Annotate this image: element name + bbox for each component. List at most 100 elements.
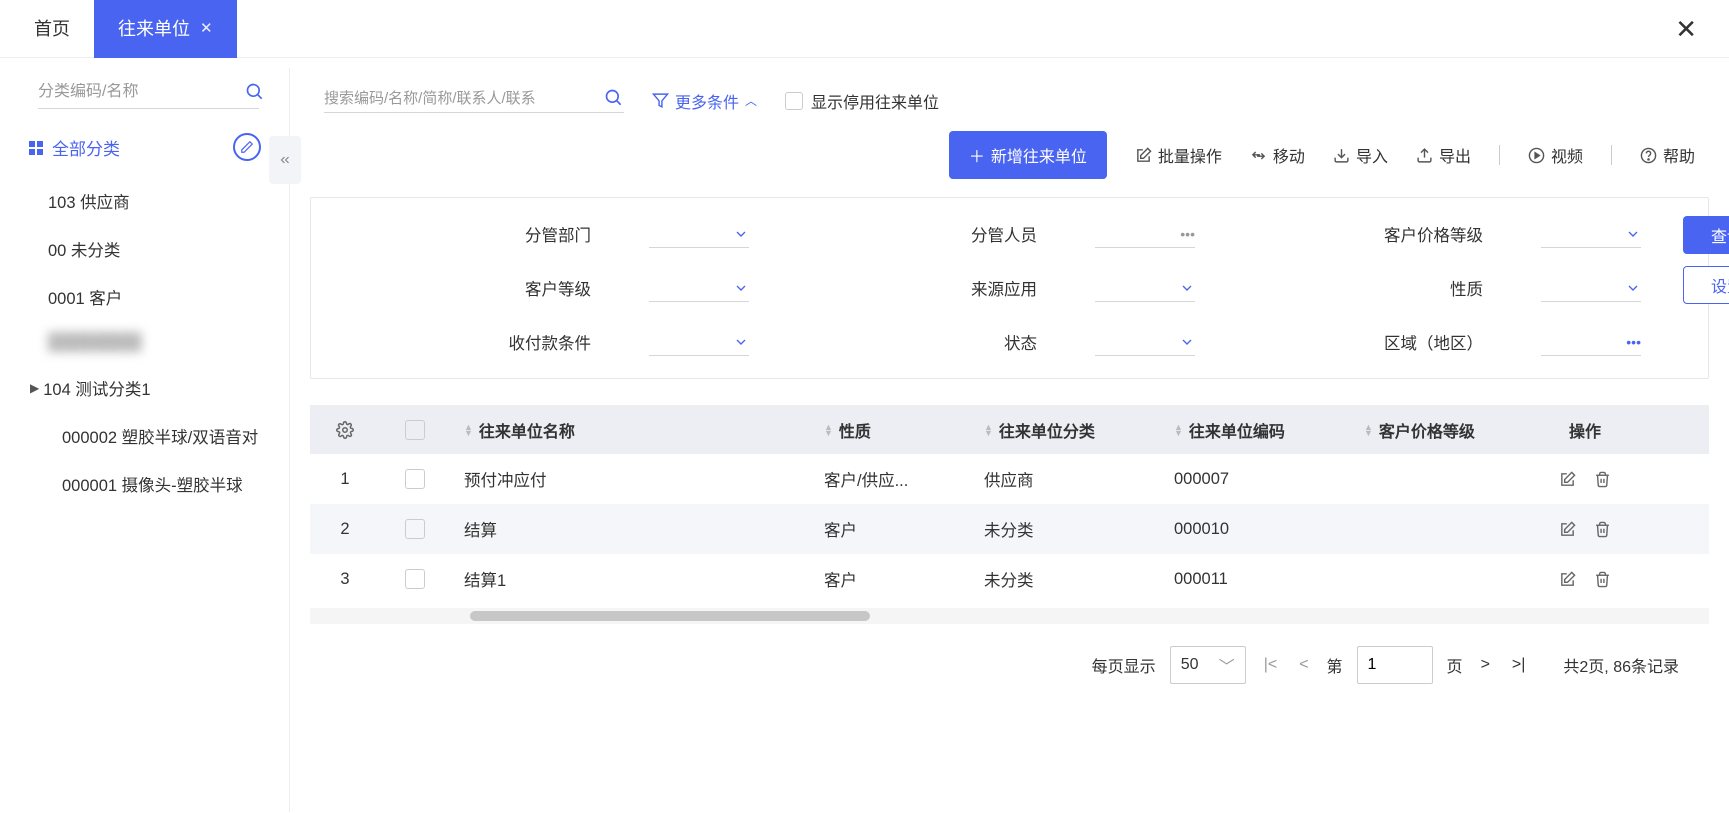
close-tab-icon[interactable]: ✕ (200, 0, 213, 58)
cell-nature: 客户 (810, 517, 970, 541)
page-input[interactable] (1357, 646, 1433, 684)
content: 更多条件 ︿ 显示停用往来单位 ＋ 新增往来单位 批量操作 移动 (290, 68, 1729, 812)
filter-nature-dropdown[interactable] (1541, 274, 1641, 302)
cell-name: 结算 (450, 517, 810, 541)
filter-payment-dropdown[interactable] (649, 328, 749, 356)
row-index: 3 (310, 570, 380, 589)
sort-icon: ▲▼ (824, 424, 833, 436)
table-header: ▲▼往来单位名称 ▲▼性质 ▲▼往来单位分类 ▲▼往来单位编码 ▲▼客户价格等级… (310, 406, 1709, 454)
query-button[interactable]: 查询 (1683, 216, 1729, 254)
pagination: 每页显示 50 ﹀ |< < 第 页 > >| 共2页, 86条记录 (310, 624, 1709, 684)
search-icon[interactable] (245, 82, 265, 102)
row-index: 2 (310, 520, 380, 539)
tree-item[interactable]: 0001 客户 (48, 273, 279, 321)
col-ops: 操作 (1520, 418, 1650, 442)
edit-icon[interactable] (1559, 570, 1576, 589)
grid-icon (28, 137, 44, 157)
table-row: 3 结算1 客户 未分类 000011 (310, 554, 1709, 604)
category-tree: 103 供应商 00 未分类 0001 客户 ████████ ▶ 104 测试… (10, 171, 279, 508)
search-icon[interactable] (604, 88, 624, 108)
all-categories[interactable]: 全部分类 (10, 123, 279, 171)
window-close-icon[interactable]: ✕ (1675, 14, 1697, 45)
filter-person-select[interactable]: ••• (1095, 220, 1195, 248)
checkbox[interactable] (785, 92, 803, 110)
move-button[interactable]: 移动 (1250, 143, 1305, 167)
tree-item[interactable]: 000002 塑胶半球/双语音对 (48, 412, 279, 460)
per-page-select[interactable]: 50 ﹀ (1170, 646, 1246, 684)
edit-icon[interactable] (1559, 520, 1576, 539)
table-scrollbar[interactable] (310, 608, 1709, 624)
tab-home[interactable]: 首页 (10, 0, 94, 58)
separator (1611, 145, 1612, 165)
page-word: 第 (1327, 653, 1343, 677)
separator (1499, 145, 1500, 165)
filter-label: 分管部门 (351, 222, 601, 246)
cell-name: 结算1 (450, 567, 810, 591)
tree-item[interactable]: 00 未分类 (48, 225, 279, 273)
row-index: 1 (310, 470, 380, 489)
sidebar-search-input[interactable] (38, 83, 245, 101)
tree-item[interactable]: ▶ 104 测试分类1 (48, 364, 279, 412)
filter-label: 客户等级 (351, 276, 601, 300)
delete-icon[interactable] (1594, 520, 1611, 539)
main-search-input[interactable] (324, 90, 604, 107)
filter-region-select[interactable]: ••• (1541, 328, 1641, 356)
col-category[interactable]: ▲▼往来单位分类 (970, 418, 1160, 442)
add-button[interactable]: ＋ 新增往来单位 (949, 131, 1107, 179)
select-all-checkbox[interactable] (405, 420, 425, 440)
col-price-level[interactable]: ▲▼客户价格等级 (1350, 418, 1520, 442)
filter-dept-dropdown[interactable] (649, 220, 749, 248)
data-table: ▲▼往来单位名称 ▲▼性质 ▲▼往来单位分类 ▲▼往来单位编码 ▲▼客户价格等级… (310, 405, 1709, 624)
toolbar: ＋ 新增往来单位 批量操作 移动 导入 导出 视频 (310, 121, 1709, 197)
filter-customer-level-dropdown[interactable] (649, 274, 749, 302)
per-page-label: 每页显示 (1092, 653, 1156, 677)
chevron-down-icon: ﹀ (1219, 653, 1235, 677)
filter-status-dropdown[interactable] (1095, 328, 1195, 356)
col-nature[interactable]: ▲▼性质 (810, 418, 970, 442)
cell-name: 预付冲应付 (450, 467, 810, 491)
cell-code: 000010 (1160, 520, 1350, 539)
col-name[interactable]: ▲▼往来单位名称 (450, 418, 810, 442)
filter-source-dropdown[interactable] (1095, 274, 1195, 302)
filter-label: 状态 (797, 330, 1047, 354)
batch-button[interactable]: 批量操作 (1135, 143, 1222, 167)
cell-category: 未分类 (970, 517, 1160, 541)
show-disabled-checkbox[interactable]: 显示停用往来单位 (785, 89, 939, 113)
filter-price-level-dropdown[interactable] (1541, 220, 1641, 248)
more-filters-toggle[interactable]: 更多条件 ︿ (652, 89, 757, 113)
edit-icon[interactable] (1559, 470, 1576, 489)
edit-category-button[interactable] (233, 133, 261, 161)
delete-icon[interactable] (1594, 470, 1611, 489)
cell-category: 未分类 (970, 567, 1160, 591)
help-button[interactable]: 帮助 (1640, 143, 1695, 167)
delete-icon[interactable] (1594, 570, 1611, 589)
tab-active[interactable]: 往来单位 ✕ (94, 0, 237, 58)
last-page-icon[interactable]: >| (1508, 656, 1530, 674)
prev-page-icon[interactable]: < (1295, 656, 1312, 674)
row-checkbox[interactable] (405, 469, 425, 489)
tree-item[interactable]: 103 供应商 (48, 177, 279, 225)
cell-code: 000011 (1160, 570, 1350, 589)
video-button[interactable]: 视频 (1528, 143, 1583, 167)
tree-item[interactable]: 000001 摄像头-塑胶半球 (48, 460, 279, 508)
tab-active-label: 往来单位 (118, 0, 190, 58)
page-summary: 共2页, 86条记录 (1563, 653, 1679, 677)
sidebar: 全部分类 103 供应商 00 未分类 0001 客户 ████████ ▶ 1… (0, 68, 290, 812)
sidebar-scrollbar[interactable] (40, 786, 279, 804)
sort-icon: ▲▼ (464, 424, 473, 436)
export-button[interactable]: 导出 (1416, 143, 1471, 167)
col-code[interactable]: ▲▼往来单位编码 (1160, 418, 1350, 442)
row-checkbox[interactable] (405, 519, 425, 539)
settings-button[interactable]: 设置 (1683, 266, 1729, 304)
gear-icon[interactable] (336, 421, 354, 439)
import-button[interactable]: 导入 (1333, 143, 1388, 167)
plus-icon: ＋ (969, 143, 985, 167)
caret-right-icon: ▶ (30, 381, 39, 395)
filter-label: 收付款条件 (351, 330, 601, 354)
tree-item-redacted[interactable]: ████████ (48, 321, 279, 364)
next-page-icon[interactable]: > (1477, 656, 1494, 674)
first-page-icon[interactable]: |< (1260, 656, 1282, 674)
row-checkbox[interactable] (405, 569, 425, 589)
filter-label: 区域（地区） (1243, 330, 1493, 354)
sort-icon: ▲▼ (1174, 424, 1183, 436)
